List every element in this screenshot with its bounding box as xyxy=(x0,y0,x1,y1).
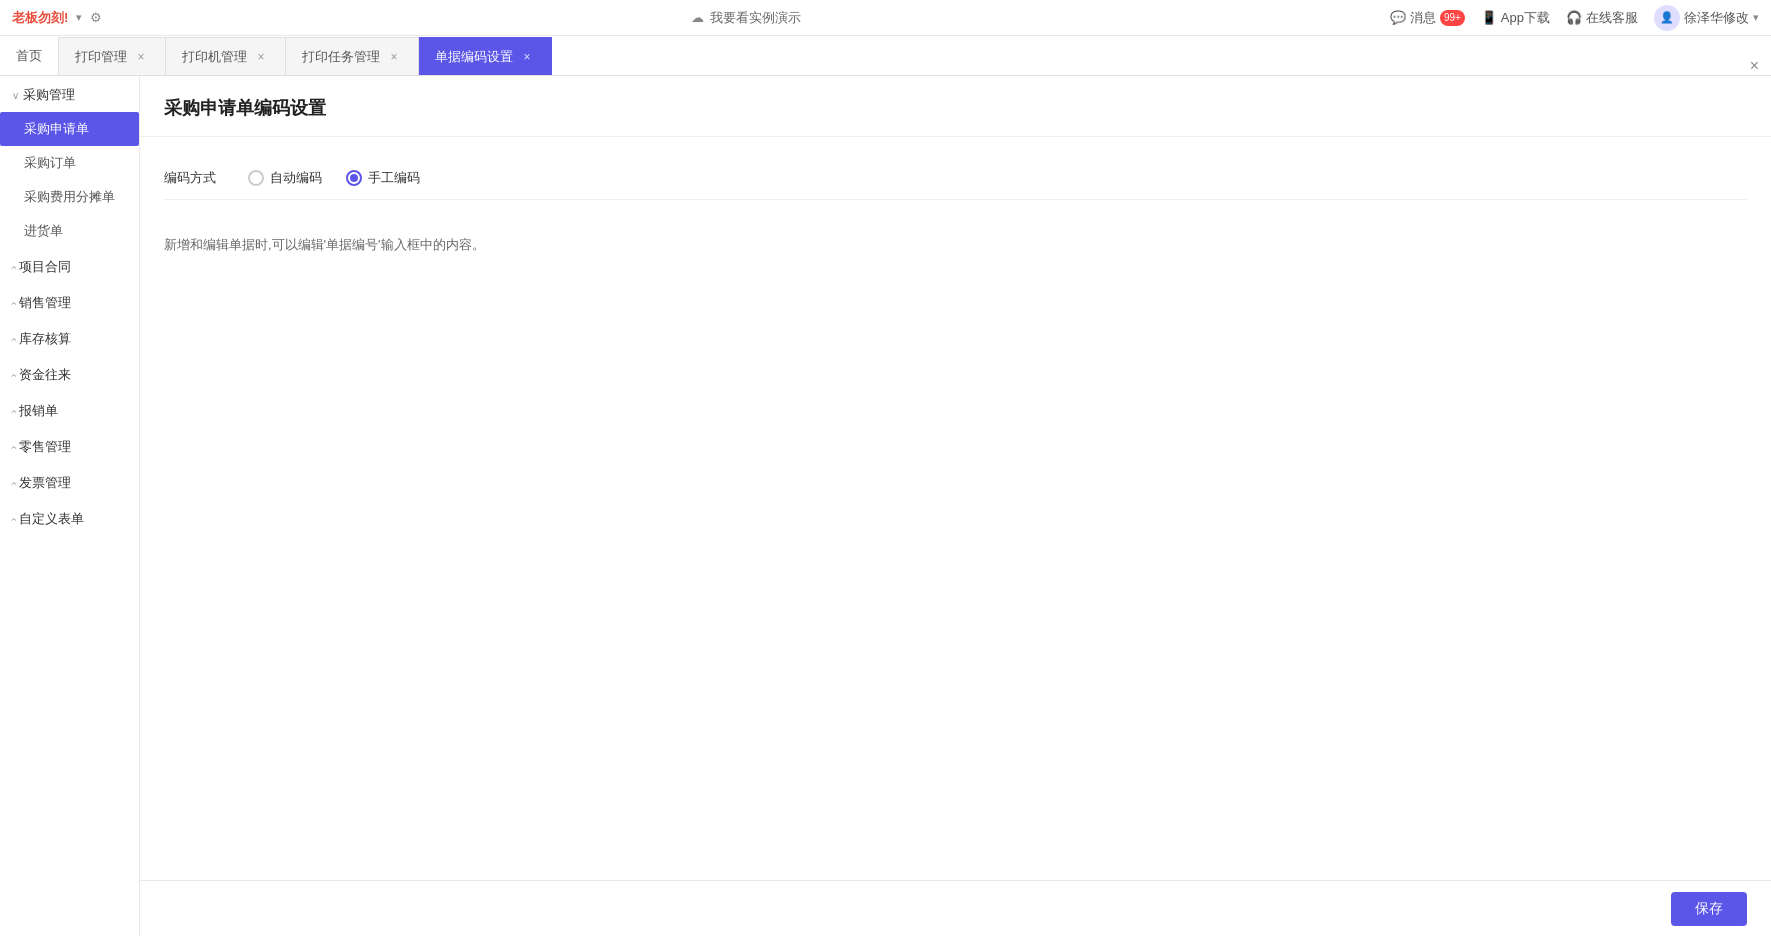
sidebar-item-purchase-expense[interactable]: 采购费用分摊单 xyxy=(0,180,139,214)
tab-printer-manage[interactable]: 打印机管理 × xyxy=(166,37,286,75)
custom-form-arrow: › xyxy=(8,517,19,520)
tab-print-manage-label: 打印管理 xyxy=(75,48,127,66)
purchase-arrow: ∨ xyxy=(12,90,19,101)
encoding-label: 编码方式 xyxy=(164,169,224,187)
tab-printer-manage-close[interactable]: × xyxy=(253,49,269,65)
sidebar-group-purchase-header[interactable]: ∨ 采购管理 xyxy=(0,76,139,112)
save-button[interactable]: 保存 xyxy=(1671,892,1747,926)
user-dropdown-arrow: ▾ xyxy=(1753,11,1759,24)
headset-icon: 🎧 xyxy=(1566,10,1582,25)
tab-home[interactable]: 首页 xyxy=(0,37,59,75)
auto-code-radio[interactable] xyxy=(248,170,264,186)
inventory-group-label: 库存核算 xyxy=(19,330,71,348)
sidebar-group-returns-header[interactable]: › 报销单 xyxy=(0,392,139,428)
custom-form-group-label: 自定义表单 xyxy=(19,510,84,528)
message-label: 消息 xyxy=(1410,9,1436,27)
project-group-label: 项目合同 xyxy=(19,258,71,276)
online-service-button[interactable]: 🎧 在线客服 xyxy=(1566,9,1638,27)
sidebar-item-purchase-request[interactable]: 采购申请单 xyxy=(0,112,139,146)
top-bar-left: 老板勿刻! ▾ ⚙ xyxy=(12,9,102,27)
app-download-label: App下载 xyxy=(1501,9,1550,27)
top-bar-right: 💬 消息 99+ 📱 App下载 🎧 在线客服 👤 徐泽华修改 ▾ xyxy=(1390,5,1759,31)
content-area: 采购申请单编码设置 编码方式 自动编码 手工编码 新增和编辑单据时,可以编辑'单… xyxy=(140,76,1771,936)
main-layout: ∨ 采购管理 采购申请单 采购订单 采购费用分摊单 进货单 › 项目合同 › 销… xyxy=(0,76,1771,936)
logo-text: 老板勿刻! xyxy=(12,9,68,27)
logo-dropdown-arrow[interactable]: ▾ xyxy=(76,11,82,24)
tab-bar-global-close[interactable]: × xyxy=(1750,57,1771,75)
tab-bar: 首页 打印管理 × 打印机管理 × 打印任务管理 × 单据编码设置 × × xyxy=(0,36,1771,76)
sidebar-group-retail: › 零售管理 xyxy=(0,428,139,464)
retail-arrow: › xyxy=(8,445,19,448)
sidebar-group-retail-header[interactable]: › 零售管理 xyxy=(0,428,139,464)
tab-home-label: 首页 xyxy=(16,47,42,65)
returns-group-label: 报销单 xyxy=(19,402,58,420)
auto-code-option[interactable]: 自动编码 xyxy=(248,169,322,187)
purchase-group-label: 采购管理 xyxy=(23,86,75,104)
sidebar-group-purchase: ∨ 采购管理 采购申请单 采购订单 采购费用分摊单 进货单 xyxy=(0,76,139,248)
tab-print-task[interactable]: 打印任务管理 × xyxy=(286,37,419,75)
message-icon: 💬 xyxy=(1390,10,1406,25)
returns-arrow: › xyxy=(8,409,19,412)
info-text: 新增和编辑单据时,可以编辑'单据编号'输入框中的内容。 xyxy=(140,220,1771,270)
avatar: 👤 xyxy=(1654,5,1680,31)
manual-code-label: 手工编码 xyxy=(368,169,420,187)
sidebar-group-funds: › 资金往来 xyxy=(0,356,139,392)
app-icon: 📱 xyxy=(1481,10,1497,25)
funds-arrow: › xyxy=(8,373,19,376)
sales-arrow: › xyxy=(8,301,19,304)
sidebar-group-returns: › 报销单 xyxy=(0,392,139,428)
top-bar-center: ☁ 我要看实例演示 xyxy=(691,9,801,27)
tab-single-barcode-label: 单据编码设置 xyxy=(435,48,513,66)
retail-group-label: 零售管理 xyxy=(19,438,71,456)
demo-text[interactable]: 我要看实例演示 xyxy=(710,9,801,27)
sidebar: ∨ 采购管理 采购申请单 采购订单 采购费用分摊单 进货单 › 项目合同 › 销… xyxy=(0,76,140,936)
tab-print-manage-close[interactable]: × xyxy=(133,49,149,65)
top-bar: 老板勿刻! ▾ ⚙ ☁ 我要看实例演示 💬 消息 99+ 📱 App下载 🎧 在… xyxy=(0,0,1771,36)
content-header: 采购申请单编码设置 xyxy=(140,76,1771,137)
sidebar-group-funds-header[interactable]: › 资金往来 xyxy=(0,356,139,392)
sales-group-label: 销售管理 xyxy=(19,294,71,312)
encoding-row: 编码方式 自动编码 手工编码 xyxy=(164,157,1747,200)
user-name: 徐泽华修改 xyxy=(1684,9,1749,27)
message-badge: 99+ xyxy=(1440,10,1465,26)
page-title: 采购申请单编码设置 xyxy=(164,96,1747,120)
encoding-section: 编码方式 自动编码 手工编码 xyxy=(140,137,1771,220)
sidebar-group-sales-header[interactable]: › 销售管理 xyxy=(0,284,139,320)
inventory-arrow: › xyxy=(8,337,19,340)
tab-print-task-close[interactable]: × xyxy=(386,49,402,65)
sidebar-group-inventory-header[interactable]: › 库存核算 xyxy=(0,320,139,356)
tab-print-task-label: 打印任务管理 xyxy=(302,48,380,66)
manual-code-radio[interactable] xyxy=(346,170,362,186)
sidebar-group-custom-form: › 自定义表单 xyxy=(0,500,139,536)
user-menu[interactable]: 👤 徐泽华修改 ▾ xyxy=(1654,5,1759,31)
invoice-group-label: 发票管理 xyxy=(19,474,71,492)
settings-icon[interactable]: ⚙ xyxy=(90,10,102,25)
cloud-icon: ☁ xyxy=(691,10,704,25)
auto-code-label: 自动编码 xyxy=(270,169,322,187)
sidebar-group-sales: › 销售管理 xyxy=(0,284,139,320)
message-button[interactable]: 💬 消息 99+ xyxy=(1390,9,1465,27)
sidebar-item-purchase-receipt[interactable]: 进货单 xyxy=(0,214,139,248)
funds-group-label: 资金往来 xyxy=(19,366,71,384)
sidebar-group-inventory: › 库存核算 xyxy=(0,320,139,356)
sidebar-group-custom-form-header[interactable]: › 自定义表单 xyxy=(0,500,139,536)
tab-print-manage[interactable]: 打印管理 × xyxy=(59,37,166,75)
sidebar-group-project: › 项目合同 xyxy=(0,248,139,284)
project-arrow: › xyxy=(8,265,19,268)
online-service-label: 在线客服 xyxy=(1586,9,1638,27)
sidebar-item-purchase-order[interactable]: 采购订单 xyxy=(0,146,139,180)
footer-bar: 保存 xyxy=(140,880,1771,936)
invoice-arrow: › xyxy=(8,481,19,484)
tab-printer-manage-label: 打印机管理 xyxy=(182,48,247,66)
app-download-button[interactable]: 📱 App下载 xyxy=(1481,9,1550,27)
manual-code-option[interactable]: 手工编码 xyxy=(346,169,420,187)
sidebar-group-project-header[interactable]: › 项目合同 xyxy=(0,248,139,284)
tab-single-barcode[interactable]: 单据编码设置 × xyxy=(419,37,552,75)
sidebar-group-invoice: › 发票管理 xyxy=(0,464,139,500)
sidebar-group-invoice-header[interactable]: › 发票管理 xyxy=(0,464,139,500)
tab-single-barcode-close[interactable]: × xyxy=(519,49,535,65)
